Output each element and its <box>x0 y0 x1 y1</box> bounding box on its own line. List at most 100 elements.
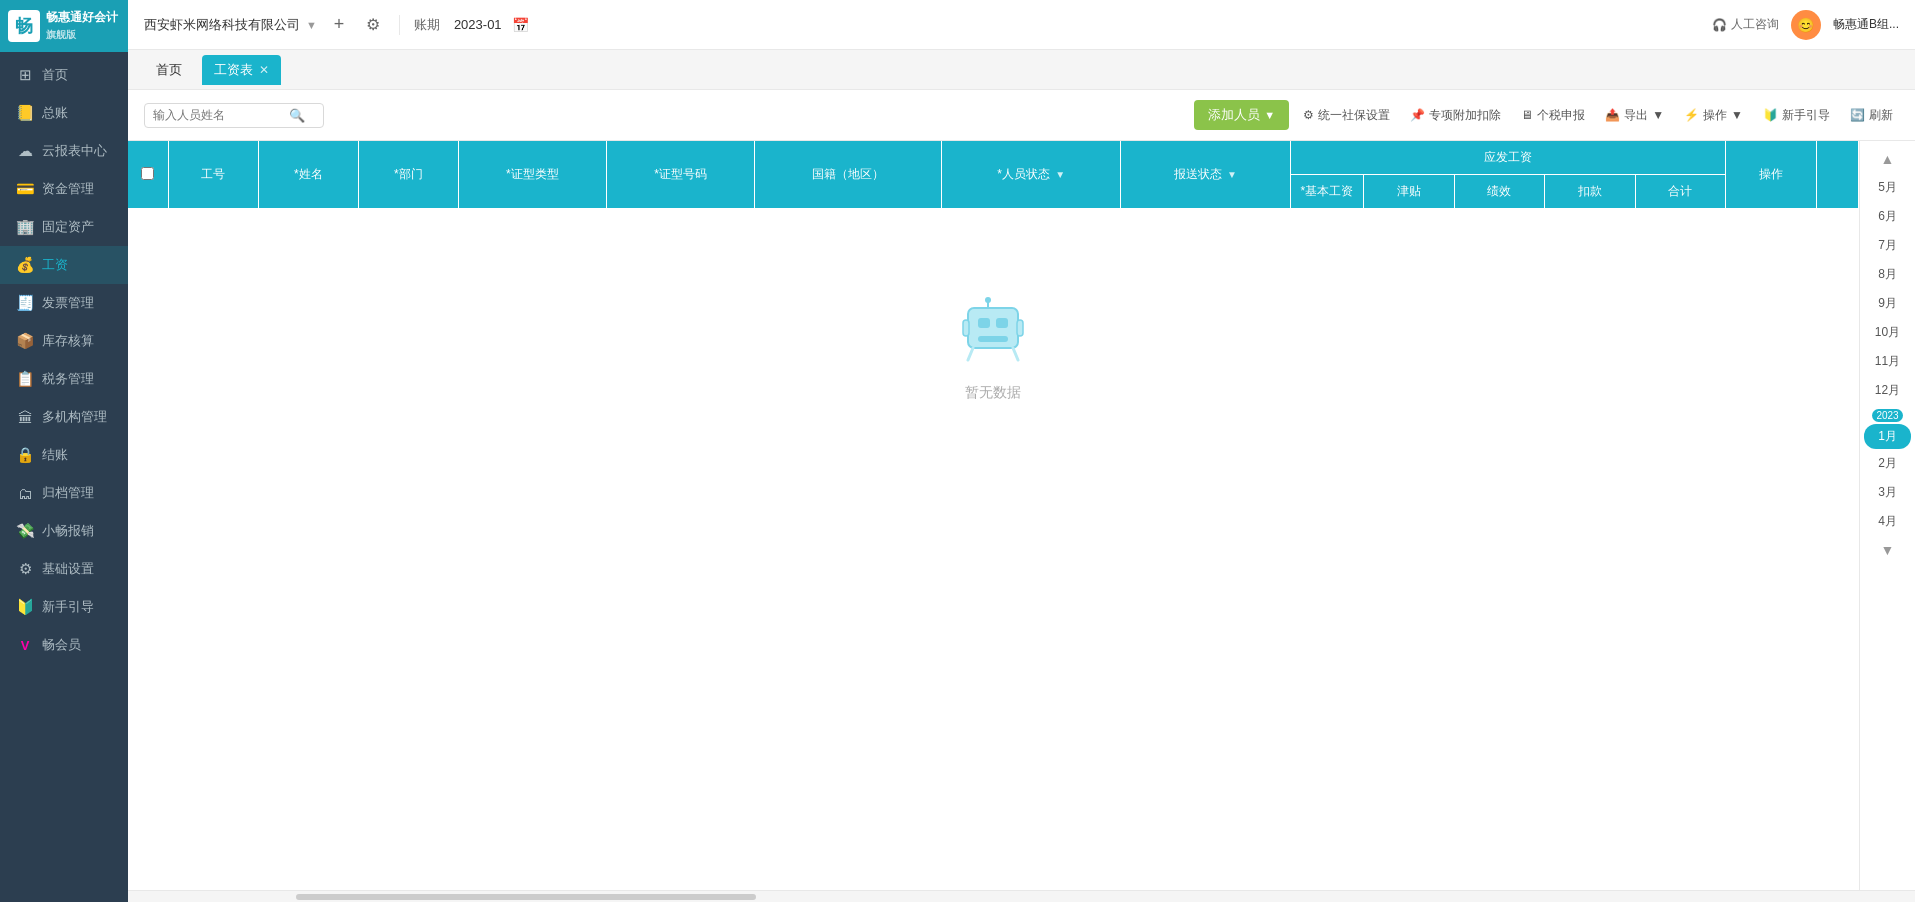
sidebar-item-label: 结账 <box>42 446 68 464</box>
guide-button[interactable]: 🔰 新手引导 <box>1757 103 1836 128</box>
fund-icon: 💳 <box>16 180 34 198</box>
add-person-label: 添加人员 <box>1208 106 1260 124</box>
tab-close-icon[interactable]: ✕ <box>259 63 269 77</box>
operations-icon: ⚡ <box>1684 108 1699 122</box>
guide-label: 新手引导 <box>1782 107 1830 124</box>
topbar-divider <box>399 15 400 35</box>
social-security-label: 统一社保设置 <box>1318 107 1390 124</box>
toolbar-right: 添加人员 ▼ ⚙ 统一社保设置 📌 专项附加扣除 🖥 个税申报 📤 导 <box>1194 100 1899 130</box>
company-dropdown-icon: ▼ <box>306 19 317 31</box>
tax-report-icon: 🖥 <box>1521 108 1533 122</box>
sidebar-item-label: 工资 <box>42 256 68 274</box>
svg-rect-2 <box>996 318 1008 328</box>
th-payroll-group: 应发工资 <box>1290 141 1726 175</box>
logo-version: 旗舰版 <box>46 28 118 42</box>
operations-button[interactable]: ⚡ 操作 ▼ <box>1678 103 1749 128</box>
search-input[interactable] <box>153 108 283 122</box>
sidebar-item-salary[interactable]: 💰 工资 <box>0 246 128 284</box>
table-wrapper: 工号 *姓名 *部门 *证型类型 <box>128 141 1859 890</box>
date-month-2022-07[interactable]: 7月 <box>1860 231 1915 260</box>
guide-icon: 🔰 <box>16 598 34 616</box>
tab-salary-label: 工资表 <box>214 61 253 79</box>
tax-report-button[interactable]: 🖥 个税申报 <box>1515 103 1591 128</box>
date-month-2023-01[interactable]: 1月 <box>1864 424 1911 449</box>
select-all-checkbox[interactable] <box>141 167 154 180</box>
search-box[interactable]: 🔍 <box>144 103 324 128</box>
year-2023-badge: 2023 <box>1872 409 1902 422</box>
sidebar-item-tax[interactable]: 📋 税务管理 <box>0 360 128 398</box>
sidebar-item-cloud-report[interactable]: ☁ 云报表中心 <box>0 132 128 170</box>
th-performance: 绩效 <box>1454 175 1545 209</box>
sidebar-item-ledger[interactable]: 📒 总账 <box>0 94 128 132</box>
date-nav-up-button[interactable]: ▲ <box>1879 149 1897 169</box>
tax-icon: 📋 <box>16 370 34 388</box>
date-month-2022-08[interactable]: 8月 <box>1860 260 1915 289</box>
salary-icon: 💰 <box>16 256 34 274</box>
sidebar-nav: ⊞ 首页 📒 总账 ☁ 云报表中心 💳 资金管理 🏢 固定资产 💰 工资 🧾 发… <box>0 52 128 902</box>
sidebar-item-settings[interactable]: ⚙ 基础设置 <box>0 550 128 588</box>
search-icon: 🔍 <box>289 108 305 123</box>
svg-rect-1 <box>978 318 990 328</box>
date-nav-down-button[interactable]: ▼ <box>1879 540 1897 560</box>
main-area: 西安虾米网络科技有限公司 ▼ + ⚙ 账期 2023-01 📅 🎧 人工咨询 😊… <box>128 0 1915 902</box>
sidebar-item-home[interactable]: ⊞ 首页 <box>0 56 128 94</box>
date-month-2023-02[interactable]: 2月 <box>1860 449 1915 478</box>
date-month-2022-05[interactable]: 5月 <box>1860 173 1915 202</box>
svg-rect-3 <box>963 320 969 336</box>
add-company-button[interactable]: + <box>327 13 351 37</box>
sidebar-item-inventory[interactable]: 📦 库存核算 <box>0 322 128 360</box>
export-button[interactable]: 📤 导出 ▼ <box>1599 103 1670 128</box>
export-icon: 📤 <box>1605 108 1620 122</box>
date-month-2022-12[interactable]: 12月 <box>1860 376 1915 405</box>
svg-point-7 <box>985 297 991 303</box>
social-security-icon: ⚙ <box>1303 108 1314 122</box>
sidebar-item-fixed-assets[interactable]: 🏢 固定资产 <box>0 208 128 246</box>
sidebar-item-label: 畅会员 <box>42 636 81 654</box>
special-deduction-button[interactable]: 📌 专项附加扣除 <box>1404 103 1507 128</box>
cloud-icon: ☁ <box>16 142 34 160</box>
report-status-filter-icon[interactable]: ▼ <box>1227 169 1237 180</box>
status-filter-icon[interactable]: ▼ <box>1055 169 1065 180</box>
period-label: 账期 <box>414 16 440 34</box>
date-month-2022-11[interactable]: 11月 <box>1860 347 1915 376</box>
invoice-icon: 🧾 <box>16 294 34 312</box>
th-checkbox[interactable] <box>128 141 168 208</box>
topbar-right: 🎧 人工咨询 😊 畅惠通B组... <box>1712 10 1899 40</box>
user-avatar: 😊 <box>1791 10 1821 40</box>
horizontal-scrollbar-thumb[interactable] <box>296 894 756 900</box>
sidebar-item-multi-org[interactable]: 🏛 多机构管理 <box>0 398 128 436</box>
sidebar-item-guide[interactable]: 🔰 新手引导 <box>0 588 128 626</box>
close-period-icon: 🔒 <box>16 446 34 464</box>
refresh-button[interactable]: 🔄 刷新 <box>1844 103 1899 128</box>
sidebar-item-fund[interactable]: 💳 资金管理 <box>0 170 128 208</box>
tab-salary-table[interactable]: 工资表 ✕ <box>202 55 281 85</box>
th-dept: *部门 <box>358 141 458 208</box>
fixed-assets-icon: 🏢 <box>16 218 34 236</box>
sidebar-item-label: 新手引导 <box>42 598 94 616</box>
calendar-icon[interactable]: 📅 <box>512 17 529 33</box>
tabbar: 首页 工资表 ✕ <box>128 50 1915 90</box>
sidebar-item-member[interactable]: V 畅会员 <box>0 626 128 664</box>
date-month-2022-09[interactable]: 9月 <box>1860 289 1915 318</box>
tab-home[interactable]: 首页 <box>140 55 198 85</box>
home-icon: ⊞ <box>16 66 34 84</box>
sidebar-item-invoice[interactable]: 🧾 发票管理 <box>0 284 128 322</box>
company-settings-button[interactable]: ⚙ <box>361 13 385 37</box>
svg-rect-5 <box>978 336 1008 342</box>
sidebar-item-archive[interactable]: 🗂 归档管理 <box>0 474 128 512</box>
export-label: 导出 <box>1624 107 1648 124</box>
company-selector[interactable]: 西安虾米网络科技有限公司 ▼ <box>144 16 317 34</box>
date-month-2023-04[interactable]: 4月 <box>1860 507 1915 536</box>
period-value: 2023-01 <box>454 17 502 32</box>
sidebar-item-label: 资金管理 <box>42 180 94 198</box>
sidebar-item-close[interactable]: 🔒 结账 <box>0 436 128 474</box>
social-security-button[interactable]: ⚙ 统一社保设置 <box>1297 103 1396 128</box>
sidebar-item-expense[interactable]: 💸 小畅报销 <box>0 512 128 550</box>
date-month-2023-03[interactable]: 3月 <box>1860 478 1915 507</box>
add-person-button[interactable]: 添加人员 ▼ <box>1194 100 1289 130</box>
toolbar: 🔍 添加人员 ▼ ⚙ 统一社保设置 📌 专项附加扣除 🖥 个税申报 <box>128 90 1915 141</box>
date-month-2022-10[interactable]: 10月 <box>1860 318 1915 347</box>
date-month-2022-06[interactable]: 6月 <box>1860 202 1915 231</box>
service-button[interactable]: 🎧 人工咨询 <box>1712 16 1779 33</box>
inventory-icon: 📦 <box>16 332 34 350</box>
